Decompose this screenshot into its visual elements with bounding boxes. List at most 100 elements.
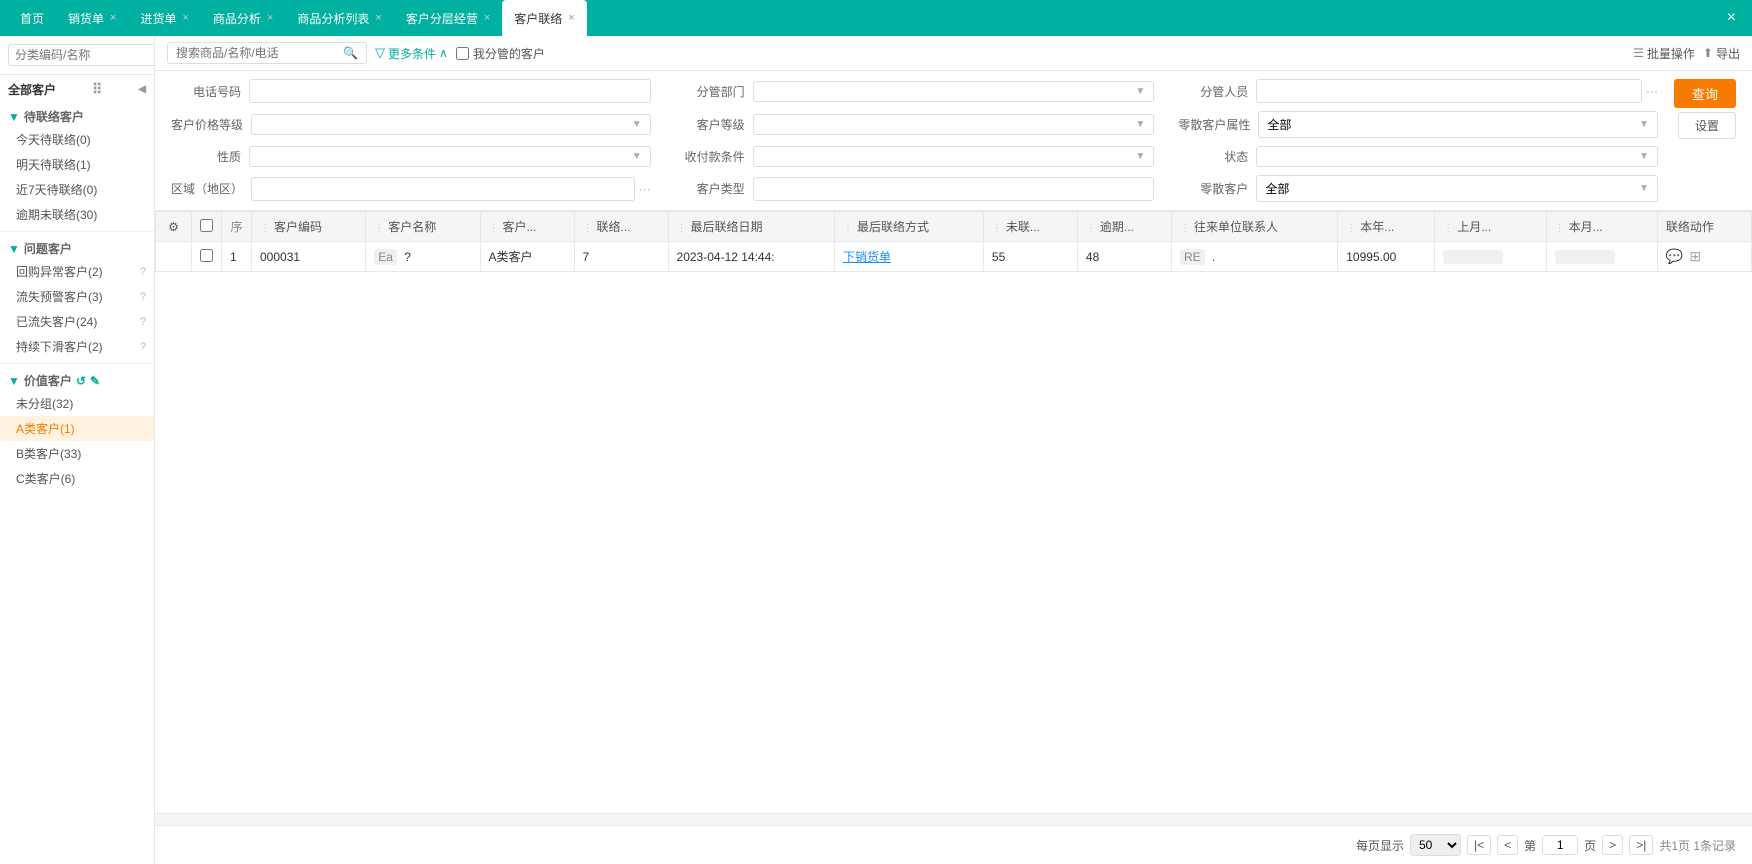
nav-sales-order[interactable]: 销货单 ×	[56, 0, 128, 36]
first-page-btn[interactable]: |<	[1467, 835, 1491, 855]
prev-page-btn[interactable]: <	[1497, 835, 1518, 855]
value-group-edit-icon[interactable]: ✎	[90, 374, 100, 388]
all-customers-label: 全部客户	[8, 81, 56, 98]
close-product-analysis-list-icon[interactable]: ×	[375, 12, 381, 24]
toolbar-search-icon[interactable]: 🔍	[343, 46, 358, 60]
unit-contact-avatar: RE	[1180, 249, 1205, 265]
select-all-checkbox[interactable]	[200, 219, 213, 232]
filter-retail-attr-label: 零散客户属性	[1178, 116, 1250, 133]
nav-purchase-order[interactable]: 进货单 ×	[128, 0, 200, 36]
th-not-contacted[interactable]: ⋮未联...	[983, 212, 1077, 242]
th-unit-contact[interactable]: ⋮往来单位联系人	[1171, 212, 1337, 242]
filter-dept-select[interactable]: ▼	[753, 81, 1155, 102]
table-area: ⚙ 序 ⋮客户编码 ⋮客户名称 ⋮客户... ⋮联络..	[155, 211, 1752, 813]
filter-payment-select[interactable]: ▼	[753, 146, 1155, 167]
query-button[interactable]: 查询	[1674, 79, 1736, 108]
filter-price-level-select[interactable]: ▼	[251, 114, 651, 135]
row-checkbox[interactable]	[200, 249, 213, 262]
th-last-month[interactable]: ⋮上月...	[1435, 212, 1546, 242]
nav-customer-contact[interactable]: 客户联络 ×	[502, 0, 586, 36]
th-check[interactable]	[192, 212, 222, 242]
sidebar-item-churned[interactable]: 已流失客户(24) ?	[0, 309, 154, 334]
nav-customer-stratification[interactable]: 客户分层经营 ×	[394, 0, 502, 36]
sidebar-item-b-class[interactable]: B类客户(33)	[0, 441, 154, 466]
filter-customer-type-input[interactable]	[753, 177, 1155, 201]
th-customer-type[interactable]: ⋮客户...	[480, 212, 574, 242]
filter-manager-input[interactable]	[1256, 79, 1642, 103]
close-customer-stratification-icon[interactable]: ×	[484, 12, 490, 24]
sidebar-item-tomorrow[interactable]: 明天待联络(1)	[0, 152, 154, 177]
filter-status-select[interactable]: ▼	[1256, 146, 1658, 167]
sidebar-all-customers-header[interactable]: 全部客户 ⠿ ◀	[0, 75, 154, 104]
export-btn[interactable]: ⬆ 导出	[1703, 45, 1740, 62]
close-all-btn[interactable]: ×	[1719, 9, 1744, 27]
th-gear[interactable]: ⚙	[156, 212, 192, 242]
sidebar: 🔍 全部客户 ⠿ ◀ ▼ 待联络客户 今天待联络(0) 明天待联络(1) 近7天…	[0, 36, 155, 864]
sidebar-collapse-icon[interactable]: ◀	[138, 84, 146, 95]
batch-op-label: 批量操作	[1647, 45, 1695, 62]
th-customer-name[interactable]: ⋮客户名称	[366, 212, 480, 242]
th-this-month[interactable]: ⋮本月...	[1546, 212, 1657, 242]
value-group-refresh-icon[interactable]: ↺	[76, 374, 86, 388]
sidebar-item-7days[interactable]: 近7天待联络(0)	[0, 177, 154, 202]
my-customers-checkbox[interactable]	[456, 47, 469, 60]
nav-product-analysis[interactable]: 商品分析 ×	[201, 0, 285, 36]
sidebar-item-a-class[interactable]: A类客户(1)	[0, 416, 154, 441]
filter-region-dots-icon[interactable]: ···	[639, 182, 651, 196]
sidebar-item-repurchase-abnormal[interactable]: 回购异常客户(2) ?	[0, 259, 154, 284]
close-sales-order-icon[interactable]: ×	[110, 12, 116, 24]
next-page-btn[interactable]: >	[1602, 835, 1623, 855]
help-icon-1: ?	[140, 266, 146, 278]
last-contact-method-link[interactable]: 下销货单	[843, 250, 891, 264]
th-this-year[interactable]: ⋮本年...	[1338, 212, 1435, 242]
th-customer-code[interactable]: ⋮客户编码	[252, 212, 366, 242]
my-customers-checkbox-area[interactable]: 我分管的客户	[456, 45, 545, 62]
sidebar-item-overdue[interactable]: 逾期未联络(30)	[0, 202, 154, 227]
row-action-area: 💬 ⊞	[1666, 248, 1743, 265]
settings-button[interactable]: 设置	[1678, 112, 1736, 139]
nav-product-analysis-list[interactable]: 商品分析列表 ×	[285, 0, 393, 36]
last-page-btn[interactable]: >|	[1629, 835, 1653, 855]
qrcode-action-icon[interactable]: ⊞	[1689, 248, 1701, 265]
filter-cell-customer-type: 客户类型	[675, 177, 1155, 201]
nav-home[interactable]: 首页	[8, 0, 56, 36]
filter-region-input[interactable]	[251, 177, 635, 201]
triangle-icon-2: ▼	[8, 242, 20, 256]
td-check[interactable]	[192, 242, 222, 272]
close-purchase-order-icon[interactable]: ×	[182, 12, 188, 24]
toolbar-search-input[interactable]	[176, 46, 339, 60]
td-last-contact-method[interactable]: 下销货单	[834, 242, 983, 272]
pagination: 每页显示 50 100 200 |< < 第 页 > >| 共1页 1条记录	[155, 825, 1752, 864]
filter-retail-attr-select[interactable]: 全部 ▼	[1258, 111, 1658, 138]
th-last-contact-method[interactable]: ⋮最后联络方式	[834, 212, 983, 242]
sidebar-item-declining[interactable]: 持续下滑客户(2) ?	[0, 334, 154, 359]
filter-more-conditions[interactable]: ▽ 更多条件 ∧	[375, 45, 448, 62]
th-overdue[interactable]: ⋮逾期...	[1077, 212, 1171, 242]
batch-op-btn[interactable]: ☰ 批量操作	[1633, 45, 1695, 62]
filter-retail-customer-select[interactable]: 全部 ▼	[1256, 175, 1658, 202]
sidebar-item-ungrouped[interactable]: 未分组(32)	[0, 391, 154, 416]
filter-phone-input[interactable]	[249, 79, 651, 103]
retail-customer-arrow: ▼	[1639, 183, 1649, 194]
page-input[interactable]	[1542, 835, 1578, 855]
chat-action-icon[interactable]: 💬	[1666, 248, 1683, 265]
page-label: 第	[1524, 837, 1536, 854]
close-product-analysis-icon[interactable]: ×	[267, 12, 273, 24]
th-contact-count[interactable]: ⋮联络...	[574, 212, 668, 242]
td-last-month: ▓▓▓▓	[1435, 242, 1546, 272]
filter-nature-select[interactable]: ▼	[249, 146, 651, 167]
filter-manager-dots-icon[interactable]: ···	[1646, 84, 1658, 98]
filter-actions: 查询 设置	[1658, 79, 1736, 139]
sidebar-item-c-class[interactable]: C类客户(6)	[0, 466, 154, 491]
help-icon-4: ?	[140, 341, 146, 353]
sidebar-search-input[interactable]	[8, 44, 155, 66]
filter-payment-label: 收付款条件	[675, 148, 745, 165]
th-last-contact-date[interactable]: ⋮最后联络日期	[668, 212, 834, 242]
close-customer-contact-icon[interactable]: ×	[568, 12, 574, 24]
sidebar-item-churn-warning[interactable]: 流失预警客户(3) ?	[0, 284, 154, 309]
horizontal-scrollbar[interactable]	[155, 813, 1752, 825]
per-page-select[interactable]: 50 100 200	[1410, 834, 1461, 856]
filter-customer-level-select[interactable]: ▼	[753, 114, 1155, 135]
filter-customer-type-label: 客户类型	[675, 180, 745, 197]
sidebar-item-today[interactable]: 今天待联络(0)	[0, 127, 154, 152]
